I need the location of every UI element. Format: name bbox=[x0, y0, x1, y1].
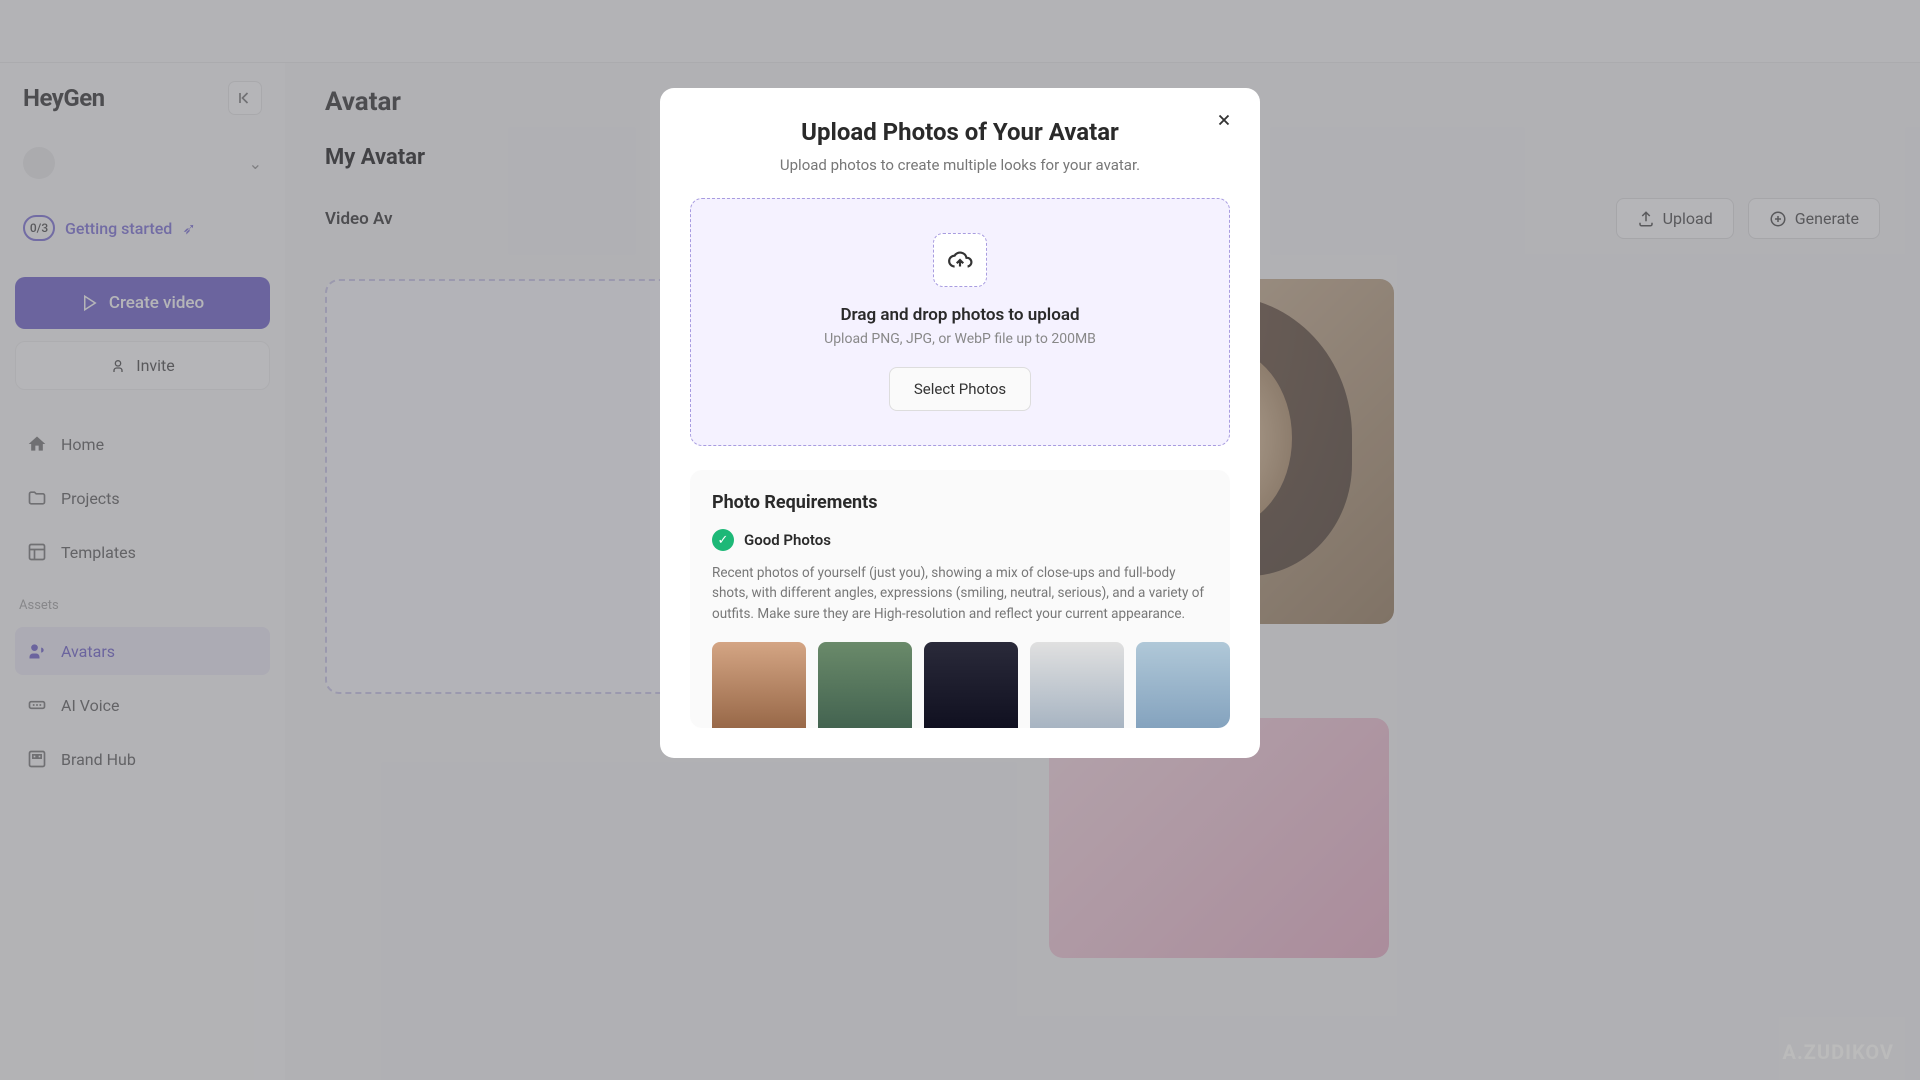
requirements-panel: Photo Requirements ✓ Good Photos Recent … bbox=[690, 470, 1230, 728]
close-icon bbox=[1215, 111, 1233, 129]
check-icon: ✓ bbox=[712, 529, 734, 551]
dropzone-title: Drag and drop photos to upload bbox=[711, 305, 1209, 325]
example-photo bbox=[924, 642, 1018, 728]
example-photo bbox=[1030, 642, 1124, 728]
dropzone[interactable]: Drag and drop photos to upload Upload PN… bbox=[690, 198, 1230, 446]
watermark: A.ZUDIKOV bbox=[1783, 1040, 1894, 1064]
requirements-description: Recent photos of yourself (just you), sh… bbox=[712, 563, 1208, 624]
modal-subtitle: Upload photos to create multiple looks f… bbox=[690, 156, 1230, 174]
upload-modal: Upload Photos of Your Avatar Upload phot… bbox=[660, 88, 1260, 758]
example-photo bbox=[1136, 642, 1230, 728]
requirements-title: Photo Requirements bbox=[712, 492, 1208, 513]
modal-backdrop[interactable]: Upload Photos of Your Avatar Upload phot… bbox=[0, 0, 1920, 1080]
example-photo bbox=[712, 642, 806, 728]
modal-title: Upload Photos of Your Avatar bbox=[690, 118, 1230, 146]
modal-close-button[interactable] bbox=[1210, 106, 1238, 134]
example-photo bbox=[818, 642, 912, 728]
example-thumbnails bbox=[712, 642, 1208, 728]
dropzone-hint: Upload PNG, JPG, or WebP file up to 200M… bbox=[711, 331, 1209, 347]
cloud-upload-icon bbox=[933, 233, 987, 287]
select-photos-button[interactable]: Select Photos bbox=[889, 367, 1031, 411]
good-photos-label: Good Photos bbox=[744, 531, 831, 549]
